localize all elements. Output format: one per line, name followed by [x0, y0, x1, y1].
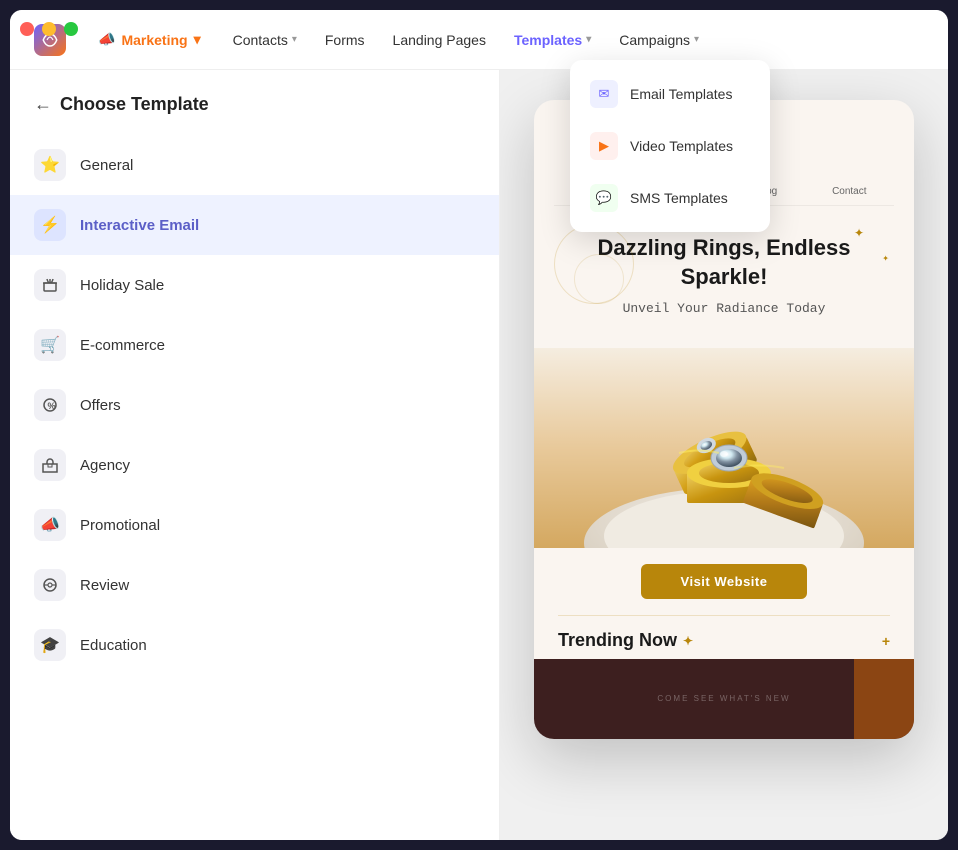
- review-icon: [34, 569, 66, 601]
- offers-label: Offers: [80, 397, 121, 414]
- nav-forms[interactable]: Forms: [325, 32, 365, 48]
- interactive-email-label: Interactive Email: [80, 217, 199, 234]
- preview-cta: Visit Website: [534, 548, 914, 615]
- holiday-sale-icon: [34, 269, 66, 301]
- maximize-button[interactable]: [64, 22, 78, 36]
- trending-sparkle-icon: ✦: [683, 634, 693, 648]
- preview-trending: Trending Now ✦ +: [534, 616, 914, 659]
- video-templates-label: Video Templates: [630, 138, 733, 154]
- trending-plus-icon: +: [882, 633, 890, 649]
- nav-links: Contacts ▾ Forms Landing Pages Templates…: [233, 32, 924, 48]
- promotional-label: Promotional: [80, 517, 160, 534]
- preview-nav-contact: Contact: [832, 186, 866, 197]
- chevron-down-icon: ▾: [694, 34, 699, 45]
- nav-templates[interactable]: Templates ▾: [514, 32, 591, 48]
- megaphone-icon: 📣: [98, 31, 115, 48]
- trending-label: Trending Now: [558, 630, 677, 651]
- minimize-button[interactable]: [42, 22, 56, 36]
- dropdown-sms-templates[interactable]: 💬 SMS Templates: [570, 172, 770, 224]
- general-icon: ⭐: [34, 149, 66, 181]
- template-item-promotional[interactable]: 📣 Promotional: [10, 495, 499, 555]
- chevron-down-icon: ▾: [292, 34, 297, 45]
- sparkle-icon-2: ✦: [882, 254, 889, 263]
- sms-templates-icon: 💬: [590, 184, 618, 212]
- preview-ring-image: [534, 348, 914, 548]
- chevron-down-icon: ▾: [194, 31, 201, 48]
- interactive-email-icon: ⚡: [34, 209, 66, 241]
- preview-headline: Dazzling Rings, Endless Sparkle!: [558, 234, 890, 291]
- traffic-lights: [20, 22, 78, 36]
- back-arrow-icon: ←: [34, 94, 52, 115]
- preview-bottom-strip: COME SEE WHAT'S NEW: [534, 659, 914, 739]
- preview-subtitle: Unveil Your Radiance Today: [558, 301, 890, 316]
- visit-website-button[interactable]: Visit Website: [641, 564, 808, 599]
- template-item-ecommerce[interactable]: 🛒 E-commerce: [10, 315, 499, 375]
- template-item-offers[interactable]: % Offers: [10, 375, 499, 435]
- general-label: General: [80, 157, 133, 174]
- template-item-agency[interactable]: Agency: [10, 435, 499, 495]
- contacts-label: Contacts: [233, 32, 288, 48]
- page-title: Choose Template: [60, 94, 209, 115]
- template-item-holiday-sale[interactable]: Holiday Sale: [10, 255, 499, 315]
- svg-text:%: %: [48, 401, 56, 411]
- email-templates-icon: ✉: [590, 80, 618, 108]
- main-content: ← Choose Template ⭐ General ⚡ Interactiv…: [10, 70, 948, 840]
- bottom-accent: [854, 659, 914, 739]
- app-container: 📣 Marketing ▾ Contacts ▾ Forms Landing P…: [10, 10, 948, 840]
- nav-landing-pages[interactable]: Landing Pages: [393, 32, 486, 48]
- landing-pages-label: Landing Pages: [393, 32, 486, 48]
- agency-icon: [34, 449, 66, 481]
- email-templates-label: Email Templates: [630, 86, 732, 102]
- campaigns-label: Campaigns: [619, 32, 690, 48]
- dropdown-email-templates[interactable]: ✉ Email Templates: [570, 68, 770, 120]
- top-nav: 📣 Marketing ▾ Contacts ▾ Forms Landing P…: [10, 10, 948, 70]
- template-item-review[interactable]: Review: [10, 555, 499, 615]
- marketing-nav-item[interactable]: 📣 Marketing ▾: [98, 31, 201, 48]
- holiday-sale-label: Holiday Sale: [80, 277, 164, 294]
- preview-hero: ✦ ✦ Dazzling Rings, Endless Sparkle! Unv…: [534, 214, 914, 348]
- marketing-label: Marketing: [121, 32, 187, 48]
- nav-contacts[interactable]: Contacts ▾: [233, 32, 297, 48]
- template-category-list: ⭐ General ⚡ Interactive Email Holiday Sa…: [10, 135, 499, 675]
- forms-label: Forms: [325, 32, 365, 48]
- chevron-down-icon: ▾: [586, 34, 591, 45]
- left-panel: ← Choose Template ⭐ General ⚡ Interactiv…: [10, 70, 500, 840]
- promotional-icon: 📣: [34, 509, 66, 541]
- template-item-interactive-email[interactable]: ⚡ Interactive Email: [10, 195, 499, 255]
- ecommerce-label: E-commerce: [80, 337, 165, 354]
- dropdown-video-templates[interactable]: ▶ Video Templates: [570, 120, 770, 172]
- templates-label: Templates: [514, 32, 582, 48]
- education-icon: 🎓: [34, 629, 66, 661]
- back-navigation[interactable]: ← Choose Template: [10, 94, 499, 135]
- ecommerce-icon: 🛒: [34, 329, 66, 361]
- close-button[interactable]: [20, 22, 34, 36]
- video-templates-icon: ▶: [590, 132, 618, 160]
- template-item-education[interactable]: 🎓 Education: [10, 615, 499, 675]
- bottom-strip-text: COME SEE WHAT'S NEW: [657, 692, 790, 706]
- templates-dropdown: ✉ Email Templates ▶ Video Templates 💬 SM…: [570, 60, 770, 232]
- template-item-general[interactable]: ⭐ General: [10, 135, 499, 195]
- nav-campaigns[interactable]: Campaigns ▾: [619, 32, 699, 48]
- sparkle-icon-1: ✦: [854, 226, 864, 240]
- sms-templates-label: SMS Templates: [630, 190, 728, 206]
- education-label: Education: [80, 637, 147, 654]
- review-label: Review: [80, 577, 129, 594]
- agency-label: Agency: [80, 457, 130, 474]
- offers-icon: %: [34, 389, 66, 421]
- rings-svg: [534, 348, 914, 548]
